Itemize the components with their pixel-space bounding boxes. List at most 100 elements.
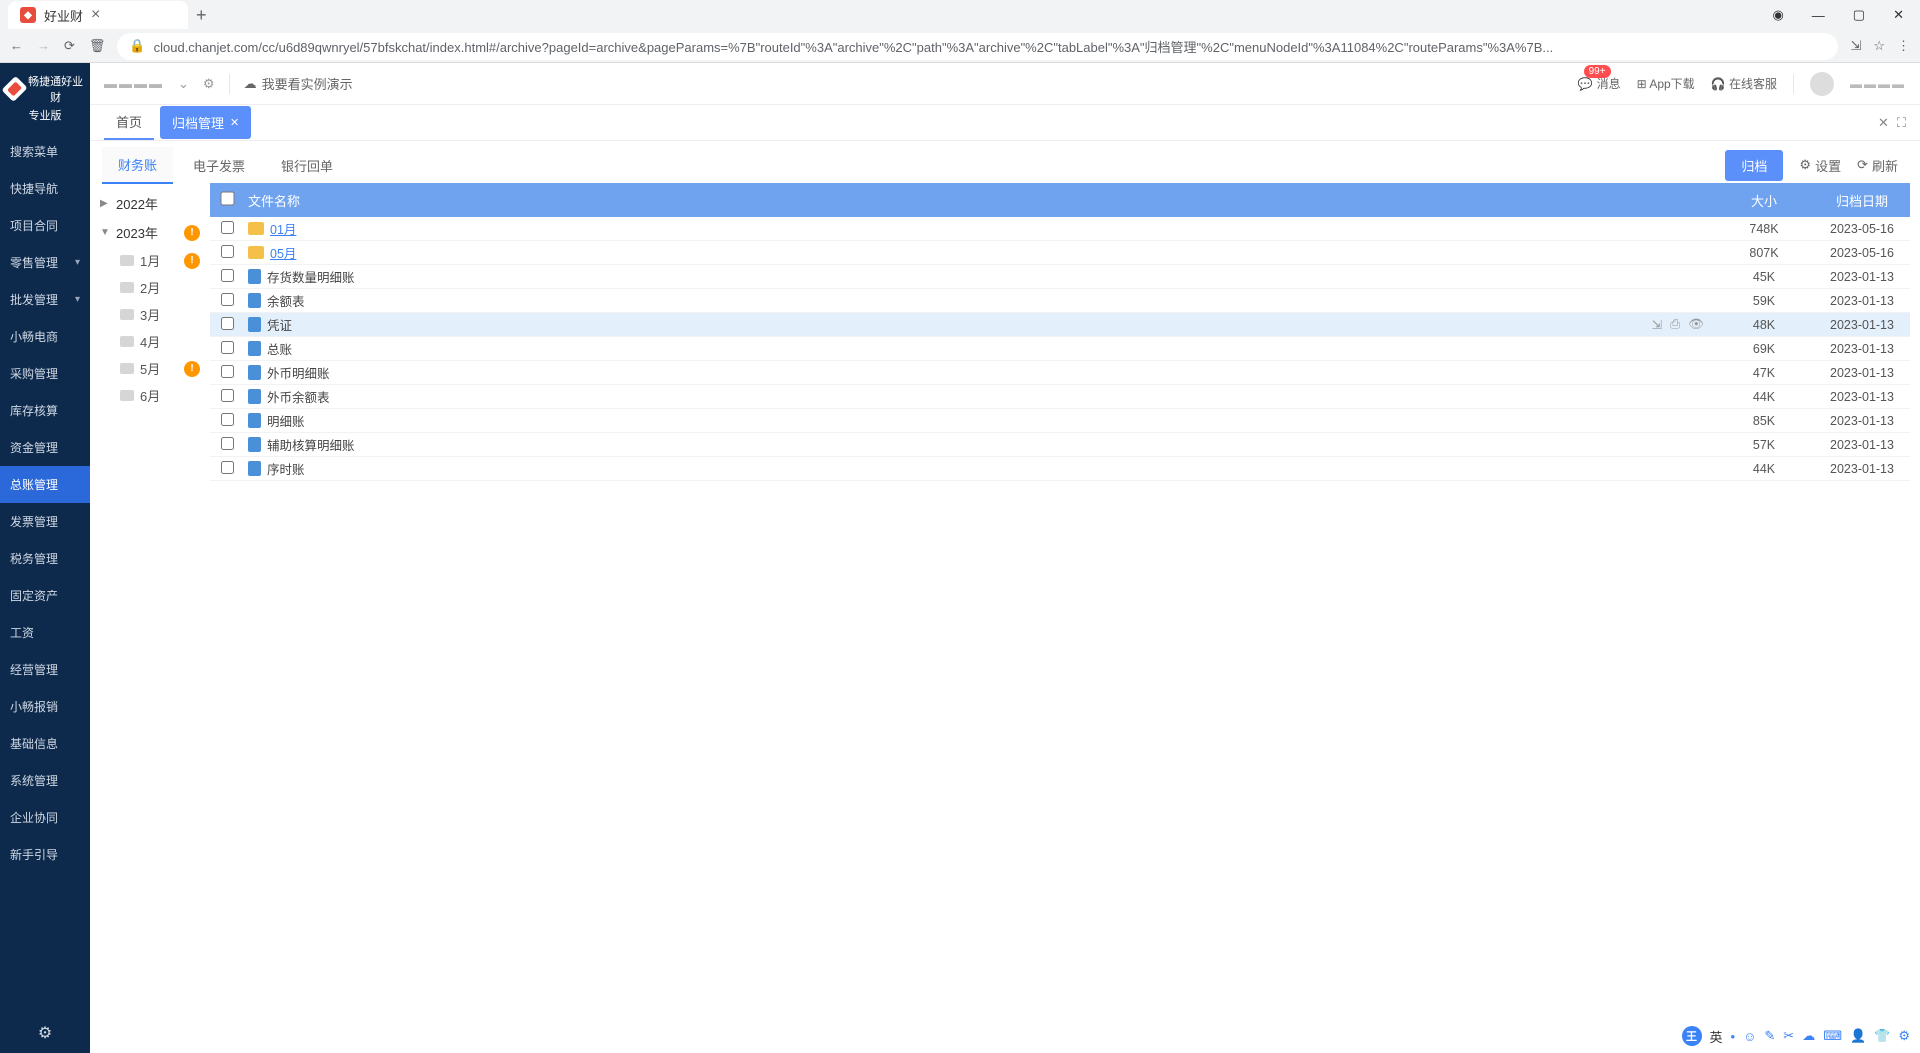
tree-month[interactable]: 6月 [90, 382, 210, 409]
install-icon[interactable]: ⇲ [1850, 38, 1861, 54]
back-button[interactable]: ← [10, 38, 23, 54]
table-row[interactable]: 外币余额表 44K 2023-01-13 [210, 385, 1910, 409]
menu-icon[interactable]: ⋮ [1897, 38, 1910, 54]
table-row[interactable]: 01月 748K 2023-05-16 [210, 217, 1910, 241]
messages-button[interactable]: 99+ 💬 消息 [1578, 75, 1621, 92]
delete-icon[interactable]: 🗑 [89, 38, 106, 54]
tab-close-icon[interactable]: ✕ [230, 116, 239, 129]
sidebar-item[interactable]: 搜索菜单 [0, 133, 90, 170]
archive-button[interactable]: 归档 [1725, 150, 1783, 181]
sidebar-item[interactable]: 小畅电商 [0, 318, 90, 355]
sidebar-item[interactable]: 库存核算 [0, 392, 90, 429]
new-tab-button[interactable]: + [196, 5, 207, 26]
tree-month[interactable]: 1月! [90, 247, 210, 274]
sidebar-item[interactable]: 快捷导航 [0, 170, 90, 207]
row-checkbox[interactable] [221, 437, 234, 450]
close-window-button[interactable]: ✕ [1885, 3, 1912, 27]
ime-person-icon[interactable]: 👤 [1850, 1028, 1866, 1044]
star-icon[interactable]: ☆ [1873, 38, 1885, 54]
select-all-checkbox[interactable] [220, 191, 234, 205]
inner-tab-einvoice[interactable]: 电子发票 [177, 148, 261, 183]
row-checkbox[interactable] [221, 341, 234, 354]
row-checkbox[interactable] [221, 461, 234, 474]
tree-month[interactable]: 2月 [90, 274, 210, 301]
table-row[interactable]: 存货数量明细账 45K 2023-01-13 [210, 265, 1910, 289]
chevron-down-icon[interactable]: ⌄ [178, 76, 189, 92]
settings-button[interactable]: ⚙ 设置 [1799, 156, 1841, 175]
tree-month[interactable]: 4月 [90, 328, 210, 355]
table-row[interactable]: 总账 69K 2023-01-13 [210, 337, 1910, 361]
sidebar-item[interactable]: 零售管理▾ [0, 244, 90, 281]
inner-tab-bankreceipt[interactable]: 银行回单 [265, 148, 349, 183]
ime-edit-icon[interactable]: ✎ [1764, 1028, 1775, 1044]
ime-keyboard-icon[interactable]: ⌨ [1823, 1028, 1842, 1044]
row-checkbox[interactable] [221, 269, 234, 282]
row-checkbox[interactable] [221, 245, 234, 258]
table-row[interactable]: 辅助核算明细账 57K 2023-01-13 [210, 433, 1910, 457]
minimize-button[interactable]: — [1804, 4, 1833, 27]
sidebar-item[interactable]: 小畅报销 [0, 688, 90, 725]
export-icon[interactable]: ⇲ [1652, 317, 1662, 332]
sidebar-item[interactable]: 系统管理 [0, 762, 90, 799]
maximize-button[interactable]: ▢ [1845, 3, 1873, 27]
tab-archive[interactable]: 归档管理 ✕ [160, 106, 251, 139]
sidebar-settings[interactable]: ⚙ [0, 1013, 90, 1053]
sidebar-item[interactable]: 资金管理 [0, 429, 90, 466]
refresh-button[interactable]: ⟳ 刷新 [1857, 156, 1898, 175]
audio-icon[interactable]: ◉ [1764, 3, 1791, 27]
sidebar-item[interactable]: 新手引导 [0, 836, 90, 873]
row-checkbox[interactable] [221, 365, 234, 378]
sidebar-item[interactable]: 基础信息 [0, 725, 90, 762]
table-row[interactable]: 明细账 85K 2023-01-13 [210, 409, 1910, 433]
row-checkbox[interactable] [221, 317, 234, 330]
tab-close-icon[interactable]: × [91, 6, 100, 24]
sidebar-item[interactable]: 总账管理 [0, 466, 90, 503]
ime-logo-icon[interactable]: 王 [1682, 1026, 1702, 1046]
online-service-button[interactable]: 🎧 在线客服 [1711, 75, 1777, 92]
row-checkbox[interactable] [221, 221, 234, 234]
preview-icon[interactable]: 👁 [1688, 317, 1704, 332]
gear-icon[interactable]: ⚙ [203, 76, 215, 92]
demo-link[interactable]: ☁ 我要看实例演示 [244, 74, 353, 93]
close-all-icon[interactable]: ✕ [1878, 115, 1889, 131]
sidebar-item[interactable]: 项目合同 [0, 207, 90, 244]
tab-home[interactable]: 首页 [104, 105, 154, 140]
row-checkbox[interactable] [221, 413, 234, 426]
row-checkbox[interactable] [221, 389, 234, 402]
sidebar-item[interactable]: 工资 [0, 614, 90, 651]
reload-button[interactable]: ⟳ [64, 38, 75, 54]
ime-emoji-icon[interactable]: ☺ [1743, 1029, 1756, 1044]
ime-scissors-icon[interactable]: ✂ [1783, 1028, 1794, 1044]
browser-tab[interactable]: ◆ 好业财 × [8, 1, 188, 29]
table-row[interactable]: 05月 807K 2023-05-16 [210, 241, 1910, 265]
inner-tab-finance[interactable]: 财务账 [102, 147, 173, 184]
forward-button[interactable]: → [37, 38, 50, 54]
sidebar-item[interactable]: 采购管理 [0, 355, 90, 392]
table-row[interactable]: 余额表 59K 2023-01-13 [210, 289, 1910, 313]
row-checkbox[interactable] [221, 293, 234, 306]
table-row[interactable]: 序时账 44K 2023-01-13 [210, 457, 1910, 481]
tree-year-2023[interactable]: ▼ 2023年 ! [90, 218, 210, 247]
sidebar-item[interactable]: 固定资产 [0, 577, 90, 614]
sidebar-item[interactable]: 批发管理▾ [0, 281, 90, 318]
ime-settings-icon[interactable]: ⚙ [1898, 1028, 1910, 1044]
sidebar-item[interactable]: 发票管理 [0, 503, 90, 540]
sidebar-item[interactable]: 经营管理 [0, 651, 90, 688]
ime-cloud-icon[interactable]: ☁ [1802, 1028, 1815, 1044]
tree-month[interactable]: 3月 [90, 301, 210, 328]
pdf-icon[interactable]: ⎙ [1670, 317, 1680, 332]
table-row[interactable]: 外币明细账 47K 2023-01-13 [210, 361, 1910, 385]
ime-shirt-icon[interactable]: 👕 [1874, 1028, 1890, 1044]
company-select[interactable]: ▬▬▬▬ [104, 76, 164, 91]
tree-year-2022[interactable]: ▶ 2022年 [90, 189, 210, 218]
sidebar-item[interactable]: 税务管理 [0, 540, 90, 577]
fullscreen-icon[interactable]: ⛶ [1897, 115, 1906, 131]
tree-month[interactable]: 5月! [90, 355, 210, 382]
url-input[interactable]: 🔒 cloud.chanjet.com/cc/u6d89qwnryel/57bf… [117, 33, 1838, 60]
avatar[interactable] [1810, 72, 1834, 96]
sidebar-item[interactable]: 企业协同 [0, 799, 90, 836]
table-row[interactable]: 凭证 ⇲⎙👁 48K 2023-01-13 [210, 313, 1910, 337]
app-download-button[interactable]: ⊞ App下载 [1637, 75, 1695, 92]
ime-lang[interactable]: 英 [1710, 1027, 1723, 1046]
ime-dot-icon[interactable]: • [1731, 1029, 1736, 1044]
